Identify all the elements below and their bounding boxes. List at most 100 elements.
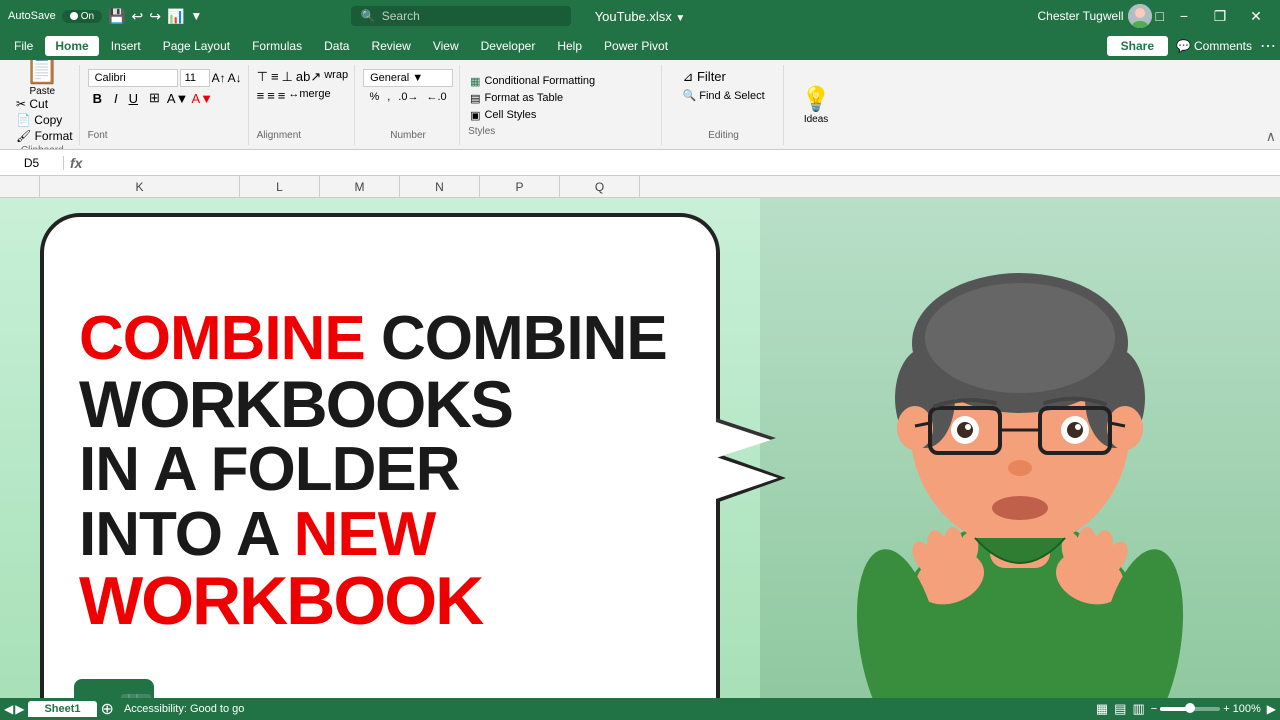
cut-icon[interactable]: ✂ Cut xyxy=(16,97,73,111)
format-as-table-button[interactable]: ▤ Format as Table xyxy=(468,90,565,107)
align-top-icon[interactable]: ⊤ xyxy=(257,69,268,85)
zoom-slider[interactable] xyxy=(1160,707,1220,711)
format-painter-icon[interactable]: 🖌 Format xyxy=(16,129,73,143)
percent-icon[interactable]: % xyxy=(366,90,382,104)
cell-styles-button[interactable]: ▣ Cell Styles xyxy=(468,107,538,124)
menu-page-layout[interactable]: Page Layout xyxy=(153,36,240,56)
font-color-button[interactable]: A▼ xyxy=(191,91,213,106)
font-decrease-icon[interactable]: A↓ xyxy=(228,71,242,85)
ideas-button[interactable]: 💡 Ideas xyxy=(801,85,831,125)
menu-file[interactable]: File xyxy=(4,36,43,56)
menu-insert[interactable]: Insert xyxy=(101,36,151,56)
copy-icon[interactable]: 📄 Copy xyxy=(16,113,73,127)
close-button[interactable]: ✕ xyxy=(1240,0,1272,32)
menu-home[interactable]: Home xyxy=(45,36,98,56)
number-format-input[interactable]: General ▼ xyxy=(363,69,453,87)
styles-label: Styles xyxy=(468,126,495,137)
zoom-slider-thumb[interactable] xyxy=(1185,703,1195,713)
wrap-text-icon[interactable]: wrap xyxy=(324,69,348,85)
zoom-plus-button[interactable]: + xyxy=(1223,703,1229,715)
fill-color-button[interactable]: A▼ xyxy=(167,91,189,106)
align-right-icon[interactable]: ≡ xyxy=(278,88,286,103)
title-bar: AutoSave On 💾 ↩ ↪ 📊 ▼ 🔍 YouTube.xlsx ▼ C… xyxy=(0,0,1280,32)
conditional-formatting-button[interactable]: ▦ Conditional Formatting xyxy=(468,73,597,90)
search-bar[interactable]: 🔍 xyxy=(351,6,571,26)
zoom-level: 100% xyxy=(1233,703,1261,715)
ribbon-collapse-button[interactable]: ∧ xyxy=(1266,128,1276,145)
scroll-right-icon[interactable]: ▶ xyxy=(1267,702,1276,716)
editing-group: ⊿ Filter 🔍 Find & Select Editing xyxy=(664,65,784,145)
font-increase-icon[interactable]: A↑ xyxy=(212,71,226,85)
increase-decimal-icon[interactable]: .0→ xyxy=(395,90,421,104)
more-options-icon[interactable]: ⋯ xyxy=(1260,36,1276,56)
page-layout-icon[interactable]: ▤ xyxy=(1114,701,1126,717)
col-header-n[interactable]: N xyxy=(400,176,480,197)
vba-colon: COMBINE xyxy=(365,304,667,373)
cs-label: Cell Styles xyxy=(484,109,536,121)
filter-icon[interactable]: ⊿ Filter xyxy=(682,69,764,85)
italic-button[interactable]: I xyxy=(110,90,122,107)
menu-developer[interactable]: Developer xyxy=(471,36,546,56)
avatar-panel xyxy=(760,198,1280,698)
zoom-minus-button[interactable]: − xyxy=(1151,703,1157,715)
orientation-icon[interactable]: ab↗ xyxy=(296,69,321,85)
sheet1-tab[interactable]: Sheet1 xyxy=(28,701,96,717)
find-select-button[interactable]: 🔍 Find & Select xyxy=(682,89,764,102)
align-bottom-icon[interactable]: ⊥ xyxy=(282,69,293,85)
add-sheet-button[interactable]: ⊕ xyxy=(101,699,114,719)
menu-formulas[interactable]: Formulas xyxy=(242,36,312,56)
fx-icon[interactable]: fx xyxy=(70,155,82,171)
col-header-p[interactable]: P xyxy=(480,176,560,197)
menu-data[interactable]: Data xyxy=(314,36,359,56)
menu-review[interactable]: Review xyxy=(361,36,420,56)
align-center-icon[interactable]: ≡ xyxy=(267,88,275,103)
decrease-decimal-icon[interactable]: ←.0 xyxy=(423,90,449,104)
filename-dropdown[interactable]: ▼ xyxy=(675,13,685,24)
bottom-right: ▦ ▤ ▥ − + 100% ▶ xyxy=(1096,701,1276,717)
menu-help[interactable]: Help xyxy=(547,36,592,56)
menu-view[interactable]: View xyxy=(423,36,469,56)
window-controls: Chester Tugwell □ − ❐ ✕ xyxy=(1037,0,1272,32)
restore-button[interactable]: ❐ xyxy=(1204,0,1236,32)
avatar-svg xyxy=(1128,4,1152,28)
underline-button[interactable]: U xyxy=(125,90,142,107)
close-icon: ✕ xyxy=(1250,8,1262,25)
col-header-l[interactable]: L xyxy=(240,176,320,197)
comments-button[interactable]: 💬 Comments xyxy=(1176,39,1252,53)
comma-icon[interactable]: , xyxy=(384,90,393,104)
cs-icon: ▣ xyxy=(470,109,480,122)
undo-icon[interactable]: ↩ xyxy=(131,8,143,25)
merge-icon[interactable]: ↔merge xyxy=(288,88,330,103)
formula-input[interactable] xyxy=(88,156,1276,170)
next-sheet-button[interactable]: ▶ xyxy=(15,702,24,716)
col-header-m[interactable]: M xyxy=(320,176,400,197)
prev-sheet-button[interactable]: ◀ xyxy=(4,702,13,716)
number-label: Number xyxy=(390,130,426,141)
search-input[interactable] xyxy=(382,9,542,23)
formula-bar: D5 fx xyxy=(0,150,1280,176)
editing-label: Editing xyxy=(708,130,739,141)
font-family-input[interactable]: Calibri xyxy=(88,69,178,87)
share-button[interactable]: Share xyxy=(1107,36,1168,56)
ribbon-display-icon[interactable]: □ xyxy=(1156,8,1164,24)
thumbnail-overlay: COMBINE COMBINE WORKBOOKS IN A FOLDER IN… xyxy=(0,198,1280,698)
customize-icon[interactable]: ▼ xyxy=(190,9,202,23)
normal-view-icon[interactable]: ▦ xyxy=(1096,701,1108,717)
align-left-icon[interactable]: ≡ xyxy=(257,88,265,103)
paste-icon: 📋 xyxy=(25,60,60,86)
font-size-input[interactable]: 11 xyxy=(180,69,210,87)
align-middle-icon[interactable]: ≡ xyxy=(271,69,279,85)
col-header-k[interactable]: K xyxy=(40,176,240,197)
bold-button[interactable]: B xyxy=(88,89,107,108)
menu-power-pivot[interactable]: Power Pivot xyxy=(594,36,678,56)
redo-icon[interactable]: ↪ xyxy=(149,8,161,25)
user-avatar[interactable] xyxy=(1128,4,1152,28)
col-header-q[interactable]: Q xyxy=(560,176,640,197)
border-button[interactable]: ⊞ xyxy=(145,89,164,107)
cell-reference[interactable]: D5 xyxy=(4,156,64,170)
autosave-toggle[interactable]: On xyxy=(62,10,102,23)
page-break-icon[interactable]: ▥ xyxy=(1132,701,1144,717)
paste-label[interactable]: Paste xyxy=(29,86,55,97)
save-icon[interactable]: 💾 xyxy=(108,8,125,25)
minimize-button[interactable]: − xyxy=(1168,0,1200,32)
